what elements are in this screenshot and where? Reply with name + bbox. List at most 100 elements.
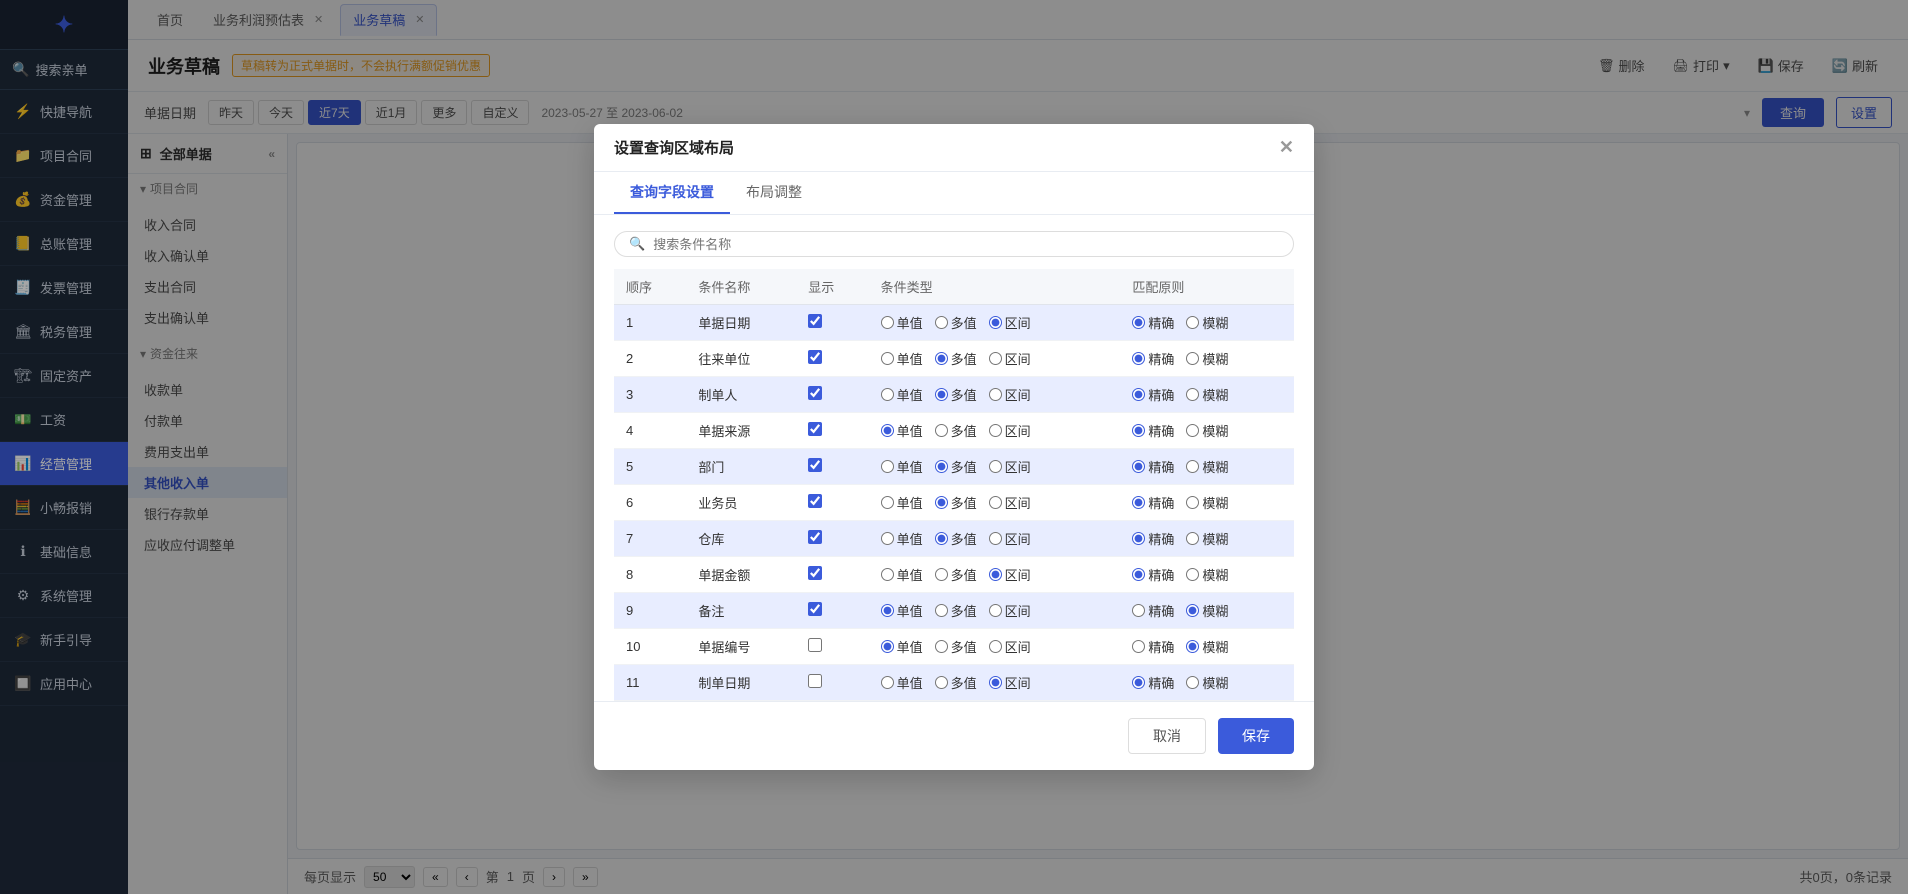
match-exact-1[interactable] [1132,316,1145,329]
row-order-9: 9 [614,593,686,629]
match-fuzzy-10[interactable] [1186,640,1199,653]
row-order-8: 8 [614,557,686,593]
type-range-7[interactable] [989,532,1002,545]
col-header-顺序: 顺序 [614,269,686,305]
row-name-3: 制单人 [686,377,796,413]
show-checkbox-4[interactable] [808,422,822,436]
type-range-6[interactable] [989,496,1002,509]
type-range-9[interactable] [989,604,1002,617]
match-fuzzy-4[interactable] [1186,424,1199,437]
show-checkbox-7[interactable] [808,530,822,544]
type-single-9[interactable] [881,604,894,617]
match-exact-6[interactable] [1132,496,1145,509]
row-type-11: 单值 多值 区间 [869,665,1121,701]
match-exact-11[interactable] [1132,676,1145,689]
type-multi-6[interactable] [935,496,948,509]
type-single-4[interactable] [881,424,894,437]
match-exact-2[interactable] [1132,352,1145,365]
show-checkbox-2[interactable] [808,350,822,364]
match-exact-9[interactable] [1132,604,1145,617]
type-single-6[interactable] [881,496,894,509]
table-row: 4单据来源 单值 多值 区间 精确 模糊 [614,413,1294,449]
row-type-5: 单值 多值 区间 [869,449,1121,485]
row-show-5 [796,449,868,485]
table-row: 1单据日期 单值 多值 区间 精确 模糊 [614,305,1294,341]
row-show-6 [796,485,868,521]
type-range-5[interactable] [989,460,1002,473]
show-checkbox-8[interactable] [808,566,822,580]
type-multi-4[interactable] [935,424,948,437]
modal-search-bar[interactable]: 🔍 [614,231,1294,257]
show-checkbox-10[interactable] [808,638,822,652]
type-range-1[interactable] [989,316,1002,329]
row-name-7: 仓库 [686,521,796,557]
row-match-1: 精确 模糊 [1120,305,1294,341]
modal-title: 设置查询区域布局 [614,137,734,158]
modal-body: 🔍 顺序条件名称显示条件类型匹配原则 1单据日期 单值 多值 区间 精确 模糊 … [594,215,1314,701]
match-exact-8[interactable] [1132,568,1145,581]
match-fuzzy-6[interactable] [1186,496,1199,509]
match-exact-7[interactable] [1132,532,1145,545]
match-fuzzy-2[interactable] [1186,352,1199,365]
show-checkbox-1[interactable] [808,314,822,328]
match-fuzzy-9[interactable] [1186,604,1199,617]
row-match-3: 精确 模糊 [1120,377,1294,413]
condition-search-input[interactable] [653,237,853,252]
type-multi-8[interactable] [935,568,948,581]
match-exact-4[interactable] [1132,424,1145,437]
type-range-3[interactable] [989,388,1002,401]
save-config-button[interactable]: 保存 [1218,718,1294,754]
show-checkbox-6[interactable] [808,494,822,508]
type-single-2[interactable] [881,352,894,365]
show-checkbox-9[interactable] [808,602,822,616]
type-single-11[interactable] [881,676,894,689]
type-single-8[interactable] [881,568,894,581]
modal-tab-layout-settings[interactable]: 布局调整 [730,172,818,214]
row-type-3: 单值 多值 区间 [869,377,1121,413]
match-fuzzy-7[interactable] [1186,532,1199,545]
type-range-4[interactable] [989,424,1002,437]
row-match-9: 精确 模糊 [1120,593,1294,629]
type-multi-11[interactable] [935,676,948,689]
table-row: 9备注 单值 多值 区间 精确 模糊 [614,593,1294,629]
match-exact-3[interactable] [1132,388,1145,401]
match-exact-5[interactable] [1132,460,1145,473]
match-fuzzy-8[interactable] [1186,568,1199,581]
match-exact-10[interactable] [1132,640,1145,653]
type-single-7[interactable] [881,532,894,545]
type-multi-2[interactable] [935,352,948,365]
type-single-10[interactable] [881,640,894,653]
row-order-2: 2 [614,341,686,377]
row-order-4: 4 [614,413,686,449]
type-single-5[interactable] [881,460,894,473]
type-multi-1[interactable] [935,316,948,329]
cancel-button[interactable]: 取消 [1128,718,1206,754]
table-row: 7仓库 单值 多值 区间 精确 模糊 [614,521,1294,557]
type-range-10[interactable] [989,640,1002,653]
row-type-1: 单值 多值 区间 [869,305,1121,341]
type-single-1[interactable] [881,316,894,329]
type-multi-5[interactable] [935,460,948,473]
modal-close-button[interactable]: ✕ [1279,137,1294,158]
type-multi-10[interactable] [935,640,948,653]
modal-footer: 取消 保存 [594,701,1314,770]
match-fuzzy-11[interactable] [1186,676,1199,689]
modal-header: 设置查询区域布局 ✕ [594,124,1314,172]
match-fuzzy-1[interactable] [1186,316,1199,329]
show-checkbox-11[interactable] [808,674,822,688]
match-fuzzy-3[interactable] [1186,388,1199,401]
match-fuzzy-5[interactable] [1186,460,1199,473]
row-match-6: 精确 模糊 [1120,485,1294,521]
modal-tab-field-settings[interactable]: 查询字段设置 [614,172,730,214]
table-row: 3制单人 单值 多值 区间 精确 模糊 [614,377,1294,413]
type-range-8[interactable] [989,568,1002,581]
type-multi-9[interactable] [935,604,948,617]
type-multi-3[interactable] [935,388,948,401]
show-checkbox-3[interactable] [808,386,822,400]
type-single-3[interactable] [881,388,894,401]
type-range-11[interactable] [989,676,1002,689]
type-multi-7[interactable] [935,532,948,545]
row-name-9: 备注 [686,593,796,629]
type-range-2[interactable] [989,352,1002,365]
show-checkbox-5[interactable] [808,458,822,472]
